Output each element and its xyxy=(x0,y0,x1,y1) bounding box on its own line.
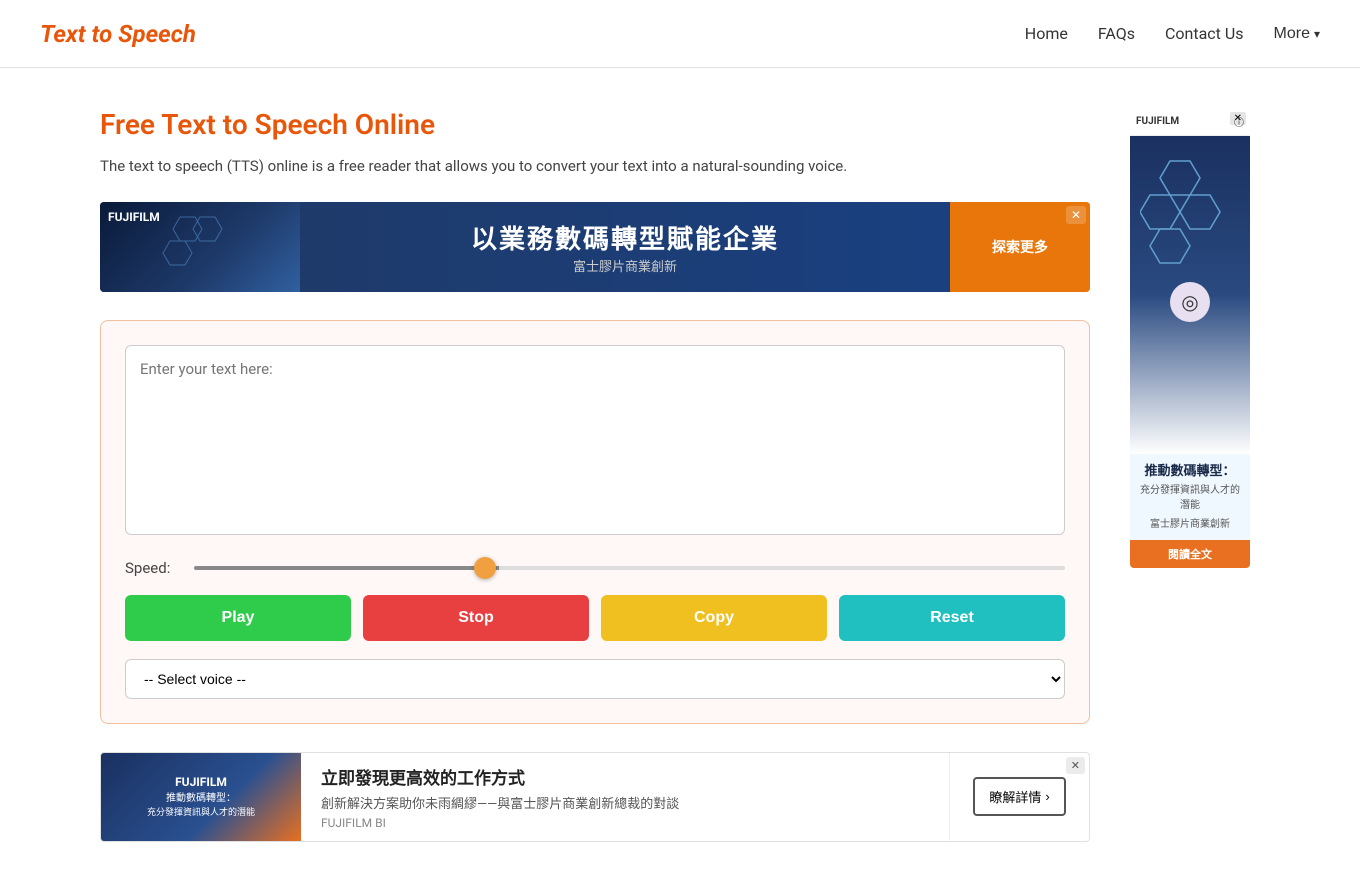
ad-bottom-brand: FUJIFILM BI xyxy=(321,816,929,830)
nav-home[interactable]: Home xyxy=(1025,24,1068,43)
tts-textarea[interactable] xyxy=(125,345,1065,535)
ad-detail-button[interactable]: 瞭解詳情 › xyxy=(973,777,1065,816)
ad-top-close-button[interactable]: ✕ xyxy=(1066,206,1086,224)
ad-banner-top: 以業務數碼轉型賦能企業 富士膠片商業創新 探索更多 ✕ xyxy=(100,202,1090,292)
ad-top-center: 以業務數碼轉型賦能企業 富士膠片商業創新 xyxy=(300,202,950,292)
ad-bottom-left-text: FUJIFILM 推動數碼轉型： 充分發揮資訊與人才的潛能 xyxy=(139,767,263,826)
nav-contact[interactable]: Contact Us xyxy=(1165,24,1244,43)
sidebar-ad-sub-text: 充分發揮資訊與人才的潛能 xyxy=(1138,481,1242,511)
ad-detail-arrow-icon: › xyxy=(1045,789,1049,804)
tts-buttons: Play Stop Copy Reset xyxy=(125,595,1065,641)
voice-select[interactable]: -- Select voice -- English (US) English … xyxy=(125,659,1065,699)
page-description: The text to speech (TTS) online is a fre… xyxy=(100,155,1090,178)
nav-faqs[interactable]: FAQs xyxy=(1098,24,1135,43)
nav-links: Home FAQs Contact Us More xyxy=(1025,24,1320,43)
play-button[interactable]: Play xyxy=(125,595,351,641)
ad-bottom-sub-text: 創新解決方案助你未雨綢繆——與富士膠片商業創新總裁的對談 xyxy=(321,793,929,812)
speed-slider[interactable] xyxy=(194,566,1065,570)
ad-bottom-left-image: FUJIFILM 推動數碼轉型： 充分發揮資訊與人才的潛能 xyxy=(101,753,301,841)
nav-logo[interactable]: Text to Speech xyxy=(40,20,196,48)
sidebar-ad-close-button[interactable]: ✕ xyxy=(1230,112,1246,125)
ad-detail-label: 瞭解詳情 xyxy=(989,787,1041,806)
main-content: Free Text to Speech Online The text to s… xyxy=(100,108,1090,842)
navbar: Text to Speech Home FAQs Contact Us More xyxy=(0,0,1360,68)
speed-label: Speed: xyxy=(125,559,180,577)
ad-bottom-close-button[interactable]: ✕ xyxy=(1066,757,1085,774)
nav-more-button[interactable]: More xyxy=(1274,25,1320,43)
sidebar-ad: FUJIFILM ⓘ ◎ 推動數碼轉型： 充分發揮資訊與人才的潛能 富士膠片商業… xyxy=(1130,108,1250,568)
ad-bottom-center: 立即發現更高效的工作方式 創新解決方案助你未雨綢繆——與富士膠片商業創新總裁的對… xyxy=(301,753,949,841)
ad-banner-bottom: FUJIFILM 推動數碼轉型： 充分發揮資訊與人才的潛能 立即發現更高效的工作… xyxy=(100,752,1090,842)
sidebar-read-more-button[interactable]: 閱讀全文 xyxy=(1130,540,1250,568)
reset-button[interactable]: Reset xyxy=(839,595,1065,641)
ad-top-sub-text: 富士膠片商業創新 xyxy=(573,256,677,275)
page-wrapper: Free Text to Speech Online The text to s… xyxy=(40,68,1320,882)
sidebar: FUJIFILM ⓘ ◎ 推動數碼轉型： 充分發揮資訊與人才的潛能 富士膠片商業… xyxy=(1130,108,1260,842)
speed-row: Speed: xyxy=(125,559,1065,577)
sidebar-ad-brand2: 富士膠片商業創新 xyxy=(1138,515,1242,530)
stop-button[interactable]: Stop xyxy=(363,595,589,641)
ad-top-cta-text: 探索更多 xyxy=(992,237,1048,257)
ad-bottom-main-text: 立即發現更高效的工作方式 xyxy=(321,764,929,789)
page-title: Free Text to Speech Online xyxy=(100,108,1090,141)
ad-top-main-text: 以業務數碼轉型賦能企業 xyxy=(471,219,779,256)
sidebar-ad-brand: FUJIFILM xyxy=(1136,116,1179,127)
tts-widget: Speed: Play Stop Copy Reset -- Select vo… xyxy=(100,320,1090,724)
ad-top-left-image xyxy=(100,202,300,292)
copy-button[interactable]: Copy xyxy=(601,595,827,641)
sidebar-ad-main-text: 推動數碼轉型： xyxy=(1138,464,1242,481)
